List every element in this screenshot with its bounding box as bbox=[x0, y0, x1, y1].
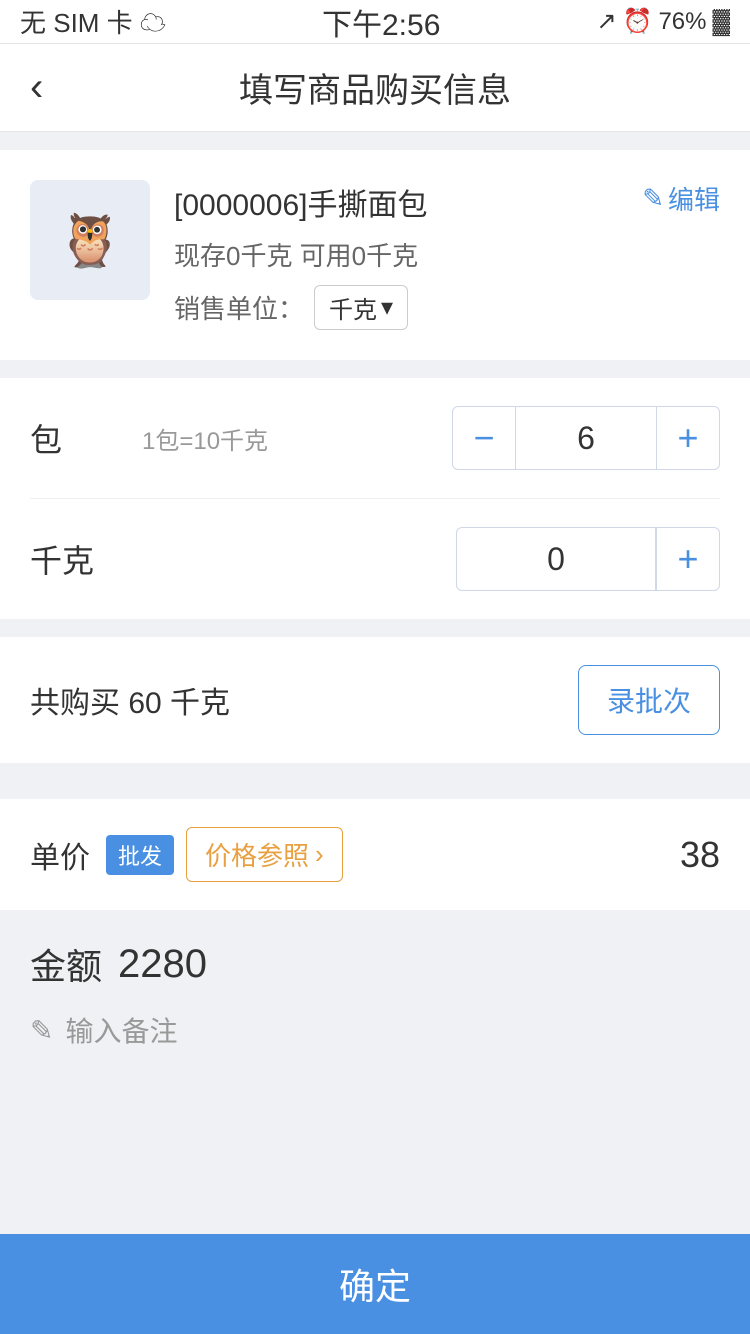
kg-input[interactable] bbox=[456, 527, 656, 591]
remark-placeholder: 输入备注 bbox=[65, 1010, 177, 1050]
divider-3 bbox=[0, 763, 750, 781]
main-content: 🦉 [0000006]手撕面包 现存0千克 可用0千克 销售单位： 千克 ▾ ✎… bbox=[0, 150, 750, 1170]
gps-icon: ↗ bbox=[596, 7, 616, 36]
confirm-button[interactable]: 确定 bbox=[0, 1234, 750, 1334]
unit-dropdown-icon: ▾ bbox=[381, 293, 393, 322]
bao-input-row: 包 1包=10千克 − + bbox=[30, 378, 720, 499]
back-button[interactable]: ‹ bbox=[30, 65, 90, 110]
status-right: ↗ ⏰ 76% ▓ bbox=[596, 7, 730, 36]
bao-stepper: − + bbox=[452, 406, 720, 470]
product-info: [0000006]手撕面包 现存0千克 可用0千克 销售单位： 千克 ▾ bbox=[174, 180, 720, 330]
sim-status: 无 SIM 卡 ☁ bbox=[20, 3, 166, 40]
price-ref-label: 价格参照 bbox=[205, 836, 309, 873]
alarm-icon: ⏰ bbox=[623, 7, 653, 36]
battery-level: 76% bbox=[658, 8, 706, 36]
edit-label: 编辑 bbox=[668, 180, 720, 217]
product-thumb-logo: 🦉 bbox=[58, 210, 123, 271]
kg-input-row: 千克 + bbox=[30, 499, 720, 619]
price-label: 单价 bbox=[30, 833, 90, 877]
bao-input[interactable] bbox=[516, 406, 656, 470]
unit-select[interactable]: 千克 ▾ bbox=[314, 285, 408, 330]
edit-icon: ✎ bbox=[642, 183, 664, 214]
battery-icon: ▓ bbox=[713, 8, 731, 36]
product-name: [0000006]手撕面包 bbox=[174, 180, 720, 224]
amount-row: 金额 2280 bbox=[30, 938, 720, 990]
page-title: 填写商品购买信息 bbox=[239, 63, 511, 112]
product-card: 🦉 [0000006]手撕面包 现存0千克 可用0千克 销售单位： 千克 ▾ ✎… bbox=[0, 150, 750, 360]
price-value: 38 bbox=[680, 834, 720, 876]
status-bar: 无 SIM 卡 ☁ 下午2:56 ↗ ⏰ 76% ▓ bbox=[0, 0, 750, 44]
amount-section: 金额 2280 ✎ 输入备注 bbox=[0, 910, 750, 1070]
edit-button[interactable]: ✎ 编辑 bbox=[642, 180, 720, 217]
divider-2 bbox=[0, 619, 750, 637]
divider-1 bbox=[0, 360, 750, 378]
record-batch-button[interactable]: 录批次 bbox=[578, 665, 720, 735]
input-section: 包 1包=10千克 − + 千克 + bbox=[0, 378, 750, 619]
price-tag-batch: 批发 bbox=[106, 835, 174, 875]
bao-hint: 1包=10千克 bbox=[142, 421, 452, 456]
status-time: 下午2:56 bbox=[322, 0, 440, 44]
unit-value: 千克 bbox=[329, 290, 377, 325]
kg-label: 千克 bbox=[30, 536, 130, 582]
remark-row[interactable]: ✎ 输入备注 bbox=[30, 1010, 720, 1070]
amount-value: 2280 bbox=[118, 942, 207, 987]
bao-label: 包 bbox=[30, 415, 130, 461]
price-ref-button[interactable]: 价格参照 › bbox=[186, 827, 343, 882]
amount-label: 金额 bbox=[30, 938, 102, 990]
summary-text: 共购买 60 千克 bbox=[30, 678, 230, 722]
price-ref-arrow-icon: › bbox=[315, 839, 324, 870]
price-section: 单价 批发 价格参照 › 38 bbox=[0, 799, 750, 910]
nav-bar: ‹ 填写商品购买信息 bbox=[0, 44, 750, 132]
unit-label: 销售单位： bbox=[174, 289, 304, 326]
summary-section: 共购买 60 千克 录批次 bbox=[0, 637, 750, 763]
status-left: 无 SIM 卡 ☁ bbox=[20, 3, 166, 40]
pencil-icon: ✎ bbox=[30, 1014, 53, 1047]
product-stock: 现存0千克 可用0千克 bbox=[174, 236, 720, 273]
kg-plus-button[interactable]: + bbox=[656, 527, 720, 591]
kg-stepper: + bbox=[456, 527, 720, 591]
product-unit-row: 销售单位： 千克 ▾ bbox=[174, 285, 720, 330]
product-thumbnail: 🦉 bbox=[30, 180, 150, 300]
bao-plus-button[interactable]: + bbox=[656, 406, 720, 470]
bao-minus-button[interactable]: − bbox=[452, 406, 516, 470]
